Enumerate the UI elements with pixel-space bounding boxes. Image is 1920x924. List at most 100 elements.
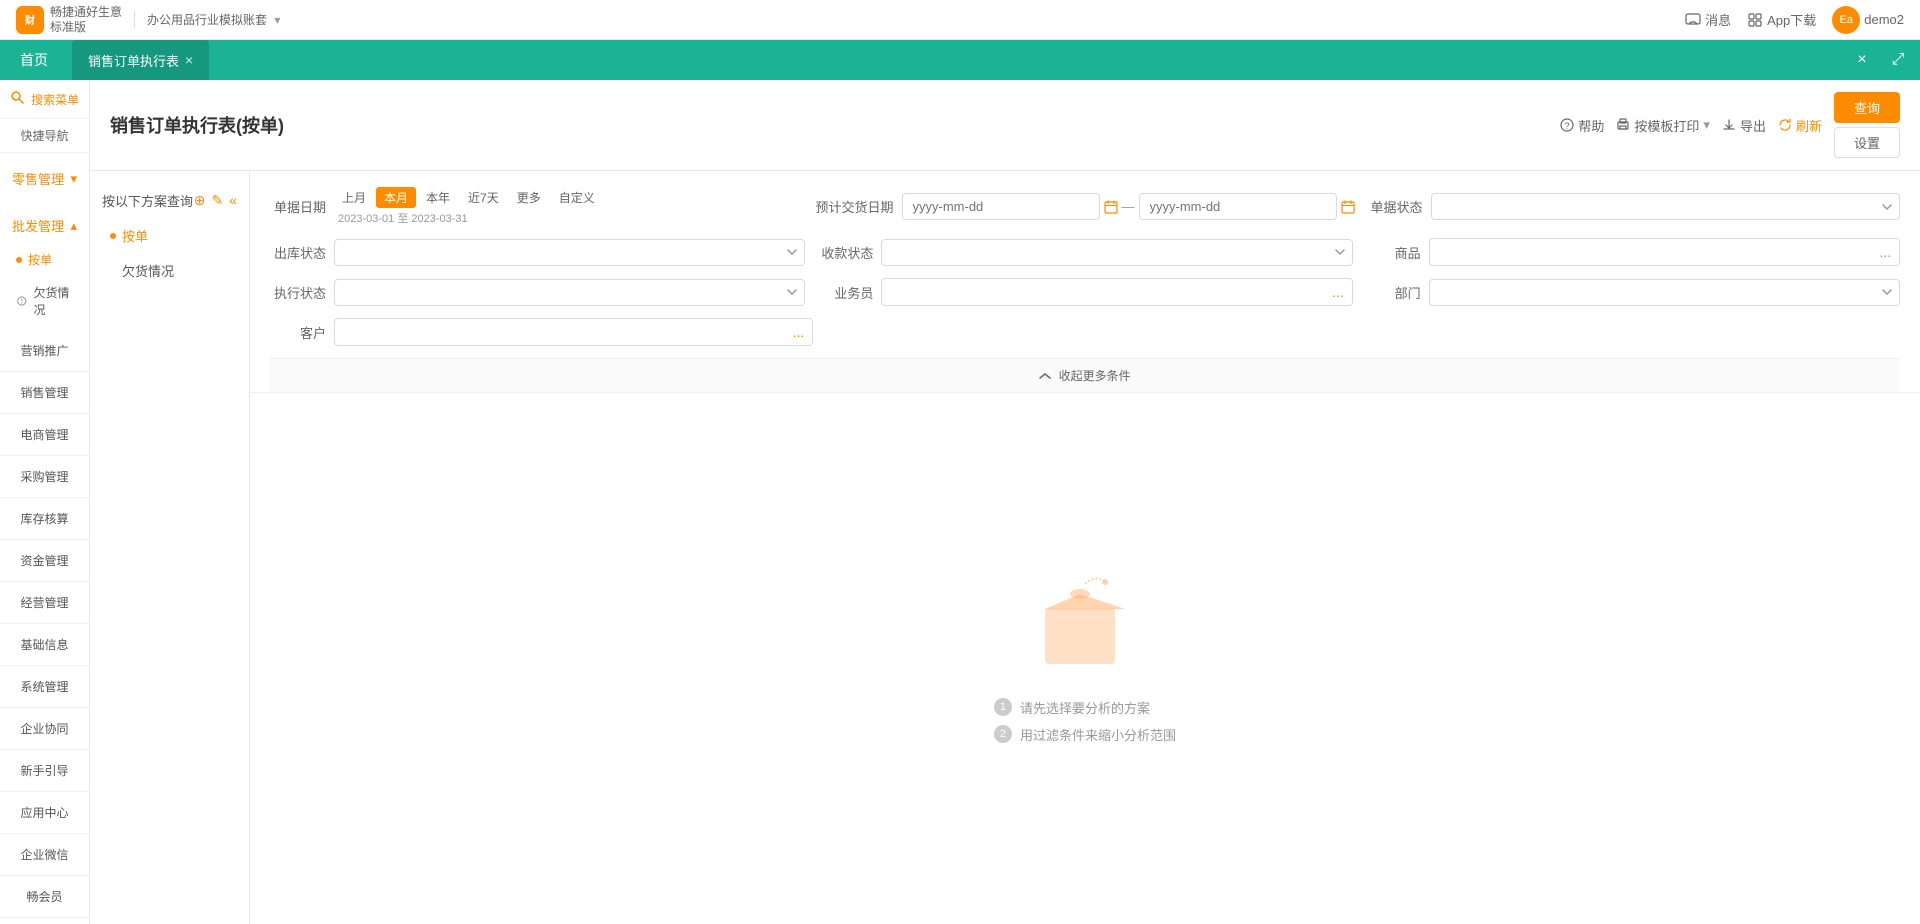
department-select[interactable] — [1429, 279, 1900, 306]
empty-hint-1: 1 请先选择要分析的方案 — [994, 698, 1176, 717]
tab-bar: 首页 销售订单执行表 × × ⤢ — [0, 40, 1920, 80]
salesperson-label: 业务员 — [817, 283, 873, 302]
template-print-dropdown-icon: ▾ — [1703, 117, 1710, 133]
sidebar-sub-orders[interactable]: 按单 — [0, 243, 89, 276]
page-actions: ? 帮助 按模板打印 ▾ 导出 刷新 查询 设置 — [1560, 92, 1900, 158]
empty-hints: 1 请先选择要分析的方案 2 用过滤条件来缩小分析范围 — [994, 698, 1176, 744]
sidebar-ecommerce[interactable]: 电商管理 — [0, 414, 89, 456]
query-btn[interactable]: 查询 — [1834, 92, 1900, 123]
doc-status-select[interactable] — [1431, 193, 1901, 220]
expected-date-from[interactable] — [902, 193, 1100, 220]
empty-hint-2: 2 用过滤条件来缩小分析范围 — [994, 725, 1176, 744]
sidebar-finance[interactable]: 资金管理 — [0, 540, 89, 582]
filter-department-cell: 部门 — [1365, 278, 1900, 306]
tab-home[interactable]: 首页 — [0, 40, 68, 80]
export-icon — [1722, 118, 1736, 132]
sidebar-purchase[interactable]: 采购管理 — [0, 456, 89, 498]
logo-text: 畅捷通好生意 标准版 — [50, 5, 122, 34]
collapse-icon — [1039, 372, 1051, 380]
sidebar-sub-arrears[interactable]: 欠货情况 — [0, 276, 89, 326]
sidebar-wholesale-section: 批发管理 ▴ 按单 欠货情况 — [0, 200, 89, 330]
logo-icon: 财 — [16, 6, 44, 34]
template-print-btn[interactable]: 按模板打印 ▾ — [1616, 116, 1710, 135]
sidebar-basic[interactable]: 基础信息 — [0, 624, 89, 666]
scheme-item-order[interactable]: 按单 — [90, 218, 249, 253]
collapse-btn[interactable]: 收起更多条件 — [270, 358, 1900, 392]
customer-more-btn[interactable]: ... — [793, 324, 805, 340]
filters-container: 单据日期 上月 本月 本年 近7天 更多 自定义 20 — [250, 171, 1920, 393]
sidebar-wechat[interactable]: 企业微信 — [0, 834, 89, 876]
empty-box-svg — [1025, 574, 1145, 674]
main-layout: 搜索菜单 快捷导航 零售管理 ▾ 批发管理 ▴ 按单 欠货情况 营 — [0, 80, 1920, 924]
tab-close-btn[interactable]: × — [185, 52, 193, 68]
date-tab-last-month[interactable]: 上月 — [334, 187, 374, 208]
date-tab-more[interactable]: 更多 — [509, 187, 549, 208]
exec-status-label: 执行状态 — [270, 283, 326, 302]
scheme-collapse-btn[interactable]: « — [229, 192, 237, 209]
sidebar-quick-nav[interactable]: 快捷导航 — [0, 119, 89, 153]
svg-text:财: 财 — [24, 14, 35, 27]
sidebar-newbie[interactable]: 新手引导 — [0, 750, 89, 792]
filter-out-status-cell: 出库状态 — [270, 238, 805, 266]
tab-minimize-btn[interactable]: × — [1848, 46, 1876, 74]
hint-num-1: 1 — [994, 698, 1012, 716]
sidebar-retail[interactable]: 零售管理 ▾ — [0, 161, 89, 196]
sidebar-corp[interactable]: 企业协同 — [0, 708, 89, 750]
cal-icon-from — [1104, 200, 1118, 214]
filter-row-1: 单据日期 上月 本月 本年 近7天 更多 自定义 20 — [270, 187, 1900, 226]
tab-maximize-btn[interactable]: ⤢ — [1884, 46, 1912, 74]
expected-date-to[interactable] — [1139, 193, 1337, 220]
sidebar-wholesale[interactable]: 批发管理 ▴ — [0, 208, 89, 243]
export-btn[interactable]: 导出 — [1722, 116, 1766, 135]
empty-illustration — [1025, 574, 1145, 674]
sidebar-apps[interactable]: 应用中心 — [0, 792, 89, 834]
tab-bar-controls: × ⤢ — [1848, 46, 1920, 74]
out-status-select[interactable] — [334, 239, 805, 266]
doc-status-label: 单据状态 — [1367, 197, 1423, 216]
user-menu[interactable]: Ea demo2 — [1832, 6, 1904, 34]
print-icon — [1616, 118, 1630, 132]
department-label: 部门 — [1365, 283, 1421, 302]
sidebar-system[interactable]: 系统管理 — [0, 666, 89, 708]
exec-status-select[interactable] — [334, 279, 805, 306]
customer-label: 客户 — [270, 323, 326, 342]
scheme-item-arrears[interactable]: 欠货情况 — [90, 253, 249, 288]
message-btn[interactable]: 消息 — [1685, 10, 1731, 29]
tab-sales-order[interactable]: 销售订单执行表 × — [72, 40, 209, 80]
scheme-header-icons: ⊕ ✎ « — [194, 192, 237, 209]
refresh-btn[interactable]: 刷新 — [1778, 116, 1822, 135]
sidebar-sales[interactable]: 销售管理 — [0, 372, 89, 414]
app-download-btn[interactable]: App下载 — [1747, 10, 1816, 29]
salesperson-more-btn[interactable]: ... — [1332, 284, 1344, 300]
sidebar-inventory[interactable]: 库存核算 — [0, 498, 89, 540]
filter-goods-cell: 商品 ... — [1365, 238, 1900, 266]
goods-more-btn[interactable]: ... — [1879, 244, 1891, 260]
collect-status-select[interactable] — [881, 239, 1352, 266]
arrears-icon — [16, 294, 28, 308]
right-content: 单据日期 上月 本月 本年 近7天 更多 自定义 20 — [250, 171, 1920, 924]
help-btn[interactable]: ? 帮助 — [1560, 116, 1604, 135]
scheme-add-btn[interactable]: ⊕ — [194, 192, 206, 209]
sidebar-search[interactable]: 搜索菜单 — [0, 80, 89, 119]
main-split: 按以下方案查询 ⊕ ✎ « 按单 欠货情况 — [90, 171, 1920, 924]
top-bar: 财 畅捷通好生意 标准版 办公用品行业模拟账套 ▾ 消息 App下载 Ea de… — [0, 0, 1920, 40]
sidebar-retail-section: 零售管理 ▾ — [0, 153, 89, 200]
settings-btn[interactable]: 设置 — [1834, 127, 1900, 158]
sidebar: 搜索菜单 快捷导航 零售管理 ▾ 批发管理 ▴ 按单 欠货情况 营 — [0, 80, 90, 924]
date-tab-this-year[interactable]: 本年 — [418, 187, 458, 208]
app-title-dropdown[interactable]: ▾ — [274, 13, 280, 27]
filter-date-cell: 单据日期 上月 本月 本年 近7天 更多 自定义 20 — [270, 187, 803, 226]
goods-label: 商品 — [1365, 243, 1421, 262]
date-tab-last7days[interactable]: 近7天 — [460, 187, 507, 208]
sidebar-marketing[interactable]: 营销推广 — [0, 330, 89, 372]
sidebar-member[interactable]: 畅会员 — [0, 876, 89, 918]
filter-row-4: 客户 ... — [270, 318, 813, 346]
sidebar-operations[interactable]: 经营管理 — [0, 582, 89, 624]
date-tabs: 上月 本月 本年 近7天 更多 自定义 — [334, 187, 803, 208]
filter-salesperson-cell: 业务员 ... — [817, 278, 1352, 306]
page-title: 销售订单执行表(按单) — [110, 112, 284, 138]
scheme-edit-btn[interactable]: ✎ — [211, 192, 223, 209]
logo-area: 财 畅捷通好生意 标准版 — [16, 5, 122, 34]
date-tab-custom[interactable]: 自定义 — [551, 187, 603, 208]
date-tab-this-month[interactable]: 本月 — [376, 187, 416, 208]
